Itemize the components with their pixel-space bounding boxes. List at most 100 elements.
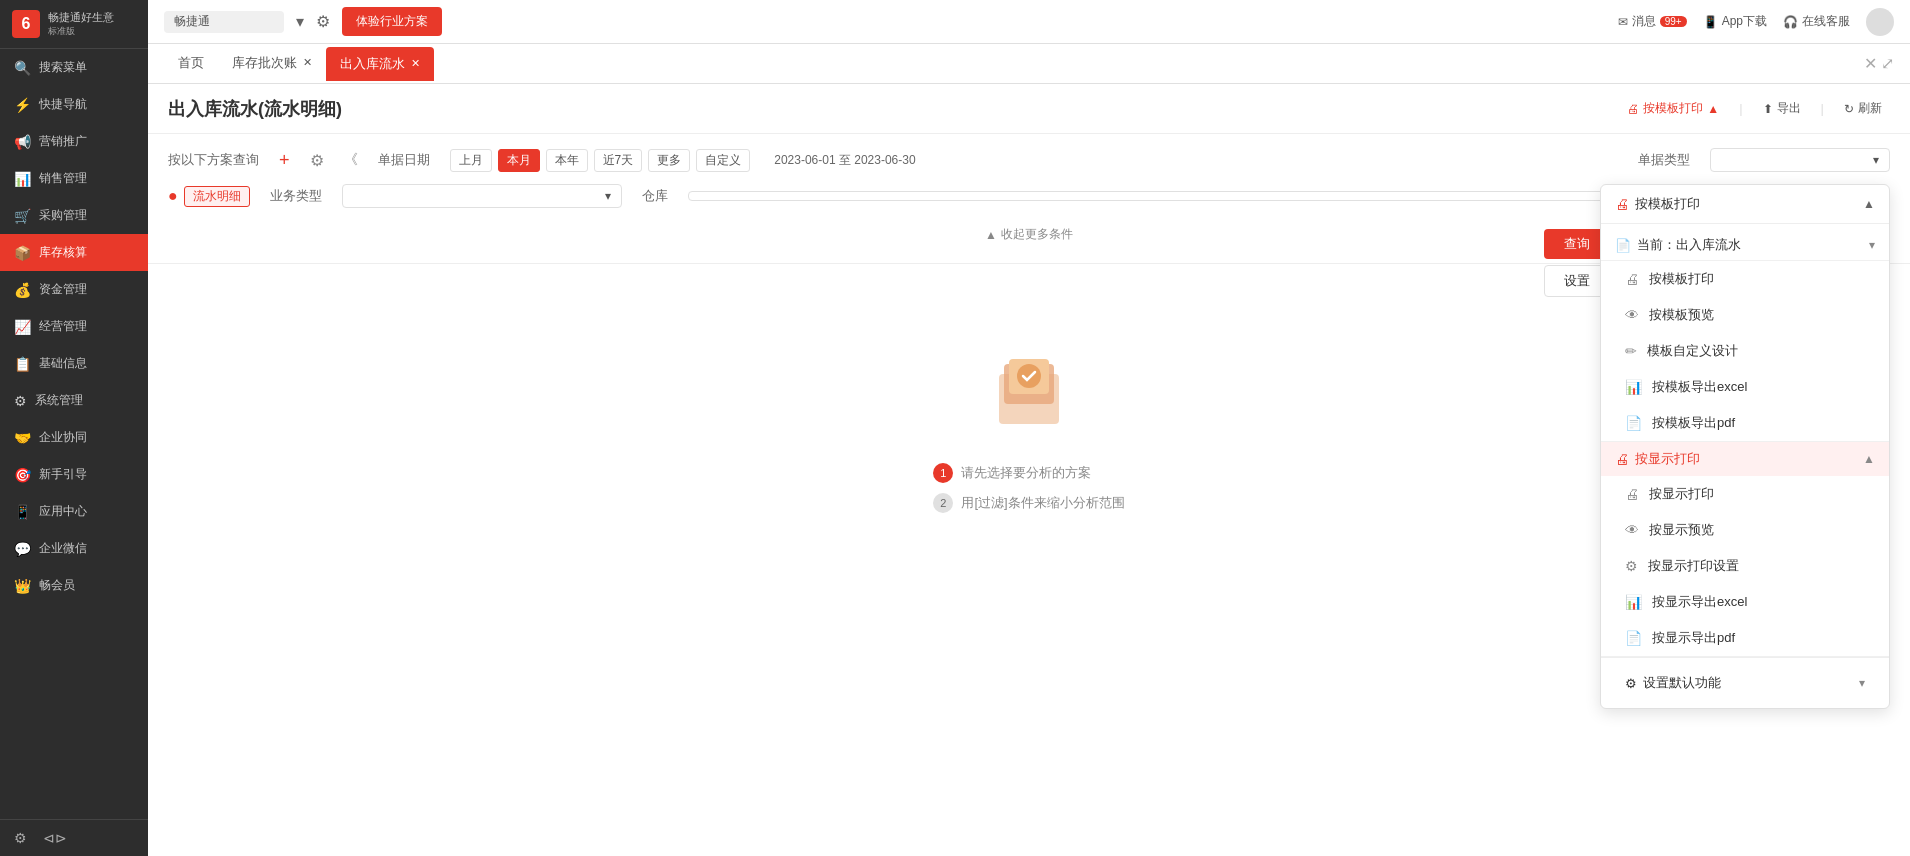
app-name: 畅捷通好生意 <box>48 10 114 24</box>
date-tag-last-month[interactable]: 上月 <box>450 149 492 172</box>
dp-display-preview[interactable]: 👁 按显示预览 <box>1601 512 1889 548</box>
sidebar-item-label: 经营管理 <box>39 318 87 335</box>
tabs-bar: 首页 库存批次账 ✕ 出入库流水 ✕ ✕ ⤢ <box>148 44 1910 84</box>
date-tag-more[interactable]: 更多 <box>648 149 690 172</box>
sidebar-item-search[interactable]: 🔍 搜索菜单 <box>0 49 148 86</box>
dp-template-export-excel[interactable]: 📊 按模板导出excel <box>1601 369 1889 405</box>
dp-display-export-pdf[interactable]: 📄 按显示导出pdf <box>1601 620 1889 656</box>
sidebar-bottom: ⚙ ⊲⊳ <box>0 819 148 856</box>
dp-display-header[interactable]: 🖨 按显示打印 ▲ <box>1601 442 1889 476</box>
dp-title-text: 按模板打印 <box>1635 195 1700 213</box>
biz-type-dropdown[interactable]: ▾ <box>342 184 622 208</box>
dp-template-print[interactable]: 🖨 按模板打印 <box>1601 261 1889 297</box>
lightning-icon: ⚡ <box>14 97 31 113</box>
trial-industry-btn[interactable]: 体验行业方案 <box>342 7 442 36</box>
template-print-label: 按模板打印 <box>1643 100 1703 117</box>
dp-display-print-settings[interactable]: ⚙ 按显示打印设置 <box>1601 548 1889 584</box>
date-tag-7days[interactable]: 近7天 <box>594 149 643 172</box>
app-badge: 标准版 <box>48 25 114 38</box>
megaphone-icon: 📢 <box>14 134 31 150</box>
sidebar-item-vip[interactable]: 👑 畅会员 <box>0 567 148 604</box>
breadcrumb-input[interactable] <box>164 11 284 33</box>
sidebar-item-label: 销售管理 <box>39 170 87 187</box>
dp-template-custom[interactable]: ✏ 模板自定义设计 <box>1601 333 1889 369</box>
app-logo-icon: 6 <box>12 10 40 38</box>
online-service-btn[interactable]: 🎧 在线客服 <box>1783 13 1850 30</box>
tab-home[interactable]: 首页 <box>164 46 218 82</box>
dp-dp-pdf-icon: 📄 <box>1625 630 1642 646</box>
dp-current-item[interactable]: 📄 当前：出入库流水 ▾ <box>1615 230 1875 260</box>
sidebar-item-operation[interactable]: 📈 经营管理 <box>0 308 148 345</box>
sidebar-item-quick-nav[interactable]: ⚡ 快捷导航 <box>0 86 148 123</box>
sidebar-item-label: 采购管理 <box>39 207 87 224</box>
dp-template-preview[interactable]: 👁 按模板预览 <box>1601 297 1889 333</box>
warehouse-label: 仓库 <box>642 187 668 205</box>
printer-icon: 🖨 <box>1627 102 1639 116</box>
dp-toggle[interactable]: ▲ <box>1863 197 1875 211</box>
collapse-more-label: 收起更多条件 <box>1001 226 1073 243</box>
breadcrumb-settings-btn[interactable]: ▾ <box>296 12 304 31</box>
messages-btn[interactable]: ✉ 消息 99+ <box>1618 13 1687 30</box>
date-tag-this-year[interactable]: 本年 <box>546 149 588 172</box>
dp-footer: ⚙ 设置默认功能 ▾ <box>1601 657 1889 708</box>
service-icon: 🎧 <box>1783 15 1798 29</box>
dp-current-section: 📄 当前：出入库流水 ▾ <box>1601 224 1889 261</box>
app-download-btn[interactable]: 📱 App下载 <box>1703 13 1767 30</box>
tab-flow-label: 出入库流水 <box>340 55 405 73</box>
dp-display-print[interactable]: 🖨 按显示打印 <box>1601 476 1889 512</box>
sidebar-item-label: 畅会员 <box>39 577 75 594</box>
page-title: 出入库流水(流水明细) <box>168 97 342 121</box>
setting-filter-btn[interactable]: ⚙ <box>310 151 324 170</box>
header-left: ▾ ⚙ 体验行业方案 <box>164 7 442 36</box>
dp-display-title: 🖨 按显示打印 <box>1615 450 1700 468</box>
sidebar-item-enterprise[interactable]: 🤝 企业协同 <box>0 419 148 456</box>
tab-expand-btn[interactable]: ⤢ <box>1881 54 1894 73</box>
dp-footer-arrow: ▾ <box>1859 676 1865 690</box>
settings-bottom-icon[interactable]: ⚙ <box>14 830 27 846</box>
collapse-filter-btn[interactable]: 《 <box>344 151 358 169</box>
header-gear-btn[interactable]: ⚙ <box>316 12 330 31</box>
tab-batch-account-close[interactable]: ✕ <box>303 56 312 69</box>
dp-display-arrow: ▲ <box>1863 452 1875 466</box>
sidebar-item-marketing[interactable]: 📢 营销推广 <box>0 123 148 160</box>
sidebar-item-label: 企业微信 <box>39 540 87 557</box>
dp-set-default-content: ⚙ 设置默认功能 <box>1625 674 1721 692</box>
refresh-label: 刷新 <box>1858 100 1882 117</box>
sidebar-item-system[interactable]: ⚙ 系统管理 <box>0 382 148 419</box>
date-tag-custom[interactable]: 自定义 <box>696 149 750 172</box>
sidebar-item-sales[interactable]: 📊 销售管理 <box>0 160 148 197</box>
refresh-btn[interactable]: ↻ 刷新 <box>1836 96 1890 121</box>
sidebar-item-wechat[interactable]: 💬 企业微信 <box>0 530 148 567</box>
user-avatar[interactable] <box>1866 8 1894 36</box>
tab-flow[interactable]: 出入库流水 ✕ <box>326 47 434 81</box>
add-filter-btn[interactable]: + <box>279 150 290 171</box>
template-print-btn[interactable]: 🖨 按模板打印 ▲ <box>1619 96 1727 121</box>
date-tag-this-month[interactable]: 本月 <box>498 149 540 172</box>
tab-home-label: 首页 <box>178 54 204 72</box>
sidebar-item-basic[interactable]: 📋 基础信息 <box>0 345 148 382</box>
empty-steps-list: 1 请先选择要分析的方案 2 用[过滤]条件来缩小分析范围 <box>933 463 1124 523</box>
dp-display-export-excel[interactable]: 📊 按显示导出excel <box>1601 584 1889 620</box>
sidebar-item-label: 基础信息 <box>39 355 87 372</box>
sidebar-item-finance[interactable]: 💰 资金管理 <box>0 271 148 308</box>
export-btn[interactable]: ⬆ 导出 <box>1755 96 1809 121</box>
dp-dp-print-label: 按显示打印 <box>1649 485 1714 503</box>
dp-set-default-btn[interactable]: ⚙ 设置默认功能 ▾ <box>1615 666 1875 700</box>
flow-type-badge[interactable]: 流水明细 <box>184 186 250 207</box>
sidebar-item-apps[interactable]: 📱 应用中心 <box>0 493 148 530</box>
dp-dp-pdf-label: 按显示导出pdf <box>1652 629 1735 647</box>
doc-type-label: 单据类型 <box>1638 151 1690 169</box>
sidebar-item-inventory[interactable]: 📦 库存核算 <box>0 234 148 271</box>
tab-flow-close[interactable]: ✕ <box>411 57 420 70</box>
tab-close-all-btn[interactable]: ✕ <box>1864 54 1877 73</box>
dp-template-export-pdf[interactable]: 📄 按模板导出pdf <box>1601 405 1889 441</box>
dp-tp-custom-icon: ✏ <box>1625 343 1637 359</box>
sidebar-item-label: 企业协同 <box>39 429 87 446</box>
doc-type-dropdown[interactable]: ▾ <box>1710 148 1890 172</box>
tab-batch-account[interactable]: 库存批次账 ✕ <box>218 46 326 82</box>
sidebar-item-purchase[interactable]: 🛒 采购管理 <box>0 197 148 234</box>
page-inner: 出入库流水(流水明细) 🖨 按模板打印 ▲ | ⬆ 导出 | ↻ <box>148 84 1910 856</box>
message-icon: ✉ <box>1618 15 1628 29</box>
sidebar-item-guide[interactable]: 🎯 新手引导 <box>0 456 148 493</box>
collapse-sidebar-icon[interactable]: ⊲⊳ <box>43 830 67 846</box>
